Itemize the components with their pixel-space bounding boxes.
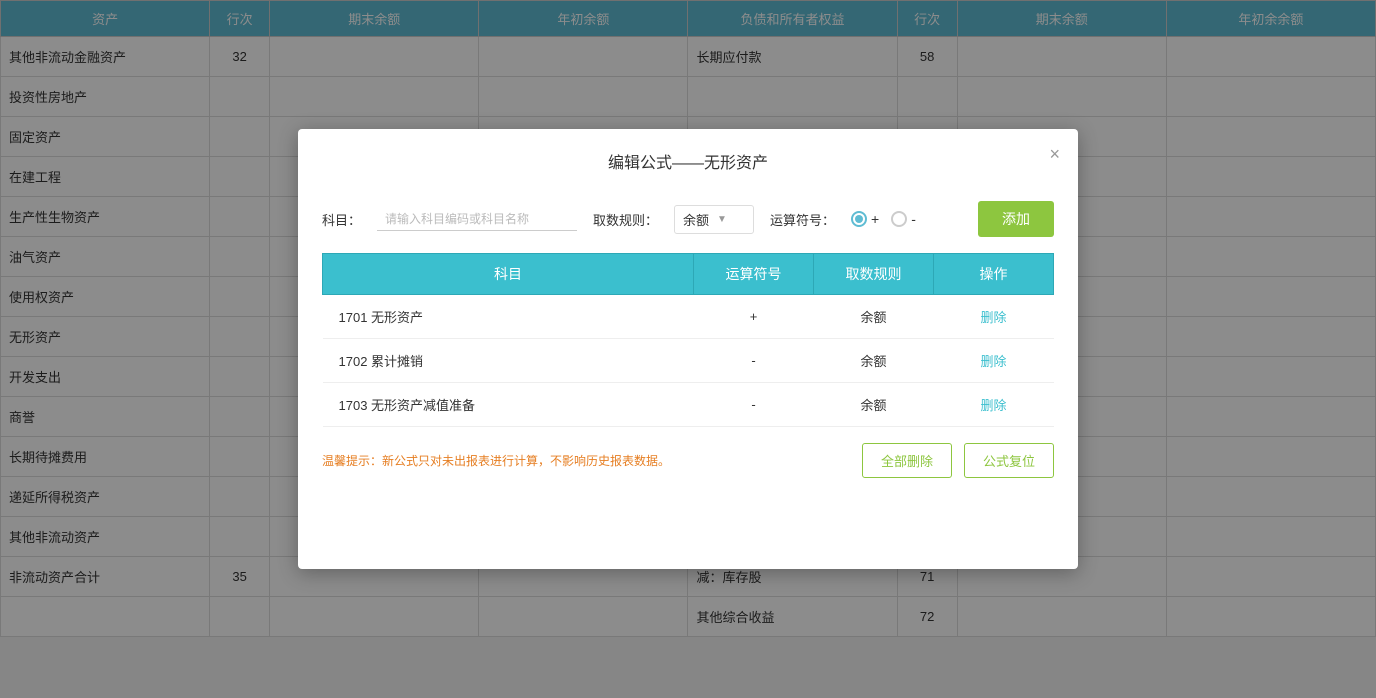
formula-form-row: 科目： 取数规则： 余额 ▼ 运算符号： + - 添加 [298,189,1078,253]
th-subject: 科目 [323,254,694,295]
modal-close-button[interactable]: × [1049,145,1060,163]
delete-link-0[interactable]: 删除 [980,310,1006,325]
subject-label: 科目： [322,210,361,229]
formula-subject-1: 1702 累计摊销 [323,339,694,383]
formula-subject-2: 1703 无形资产减值准备 [323,383,694,427]
formula-rule-1: 余额 [814,339,934,383]
th-rule: 取数规则 [814,254,934,295]
formula-operator-1: - [694,339,814,383]
delete-link-2[interactable]: 删除 [980,398,1006,413]
operator-minus-label: - [911,211,916,227]
radio-minus-circle [891,211,907,227]
delete-link-1[interactable]: 删除 [980,354,1006,369]
dropdown-arrow-icon: ▼ [717,214,727,225]
rule-label: 取数规则： [593,210,658,229]
modal-title: 编辑公式——无形资产 [608,155,768,172]
radio-plus-circle [851,211,867,227]
formula-rule-2: 余额 [814,383,934,427]
operator-radio-group: + - [851,211,916,227]
modal-header: 编辑公式——无形资产 × [298,129,1078,189]
footer-buttons: 全部删除 公式复位 [862,443,1054,478]
formula-subject-0: 1701 无形资产 [323,295,694,339]
operator-plus-radio[interactable]: + [851,211,879,227]
edit-formula-modal: 编辑公式——无形资产 × 科目： 取数规则： 余额 ▼ 运算符号： + - [298,129,1078,569]
add-button[interactable]: 添加 [978,201,1054,237]
rule-value: 余额 [683,210,709,229]
subject-input[interactable] [377,207,577,231]
operator-plus-label: + [871,211,879,227]
rule-select[interactable]: 余额 ▼ [674,205,754,234]
formula-operator-2: - [694,383,814,427]
formula-action-2: 删除 [934,383,1054,427]
reset-formula-button[interactable]: 公式复位 [964,443,1054,478]
modal-footer: 温馨提示：新公式只对未出报表进行计算，不影响历史报表数据。 全部删除 公式复位 [298,427,1078,486]
formula-rule-0: 余额 [814,295,934,339]
modal-overlay: 编辑公式——无形资产 × 科目： 取数规则： 余额 ▼ 运算符号： + - [0,0,1376,698]
formula-table-wrap: 科目 运算符号 取数规则 操作 1701 无形资产 + 余额 删除 [298,253,1078,427]
delete-all-button[interactable]: 全部删除 [862,443,952,478]
operator-minus-radio[interactable]: - [891,211,916,227]
formula-action-1: 删除 [934,339,1054,383]
formula-operator-0: + [694,295,814,339]
formula-row: 1701 无形资产 + 余额 删除 [323,295,1054,339]
footer-tip: 温馨提示：新公式只对未出报表进行计算，不影响历史报表数据。 [322,452,670,469]
formula-row: 1702 累计摊销 - 余额 删除 [323,339,1054,383]
formula-row: 1703 无形资产减值准备 - 余额 删除 [323,383,1054,427]
formula-table: 科目 运算符号 取数规则 操作 1701 无形资产 + 余额 删除 [322,253,1054,427]
operator-label: 运算符号： [770,210,835,229]
th-operator: 运算符号 [694,254,814,295]
formula-action-0: 删除 [934,295,1054,339]
th-action: 操作 [934,254,1054,295]
